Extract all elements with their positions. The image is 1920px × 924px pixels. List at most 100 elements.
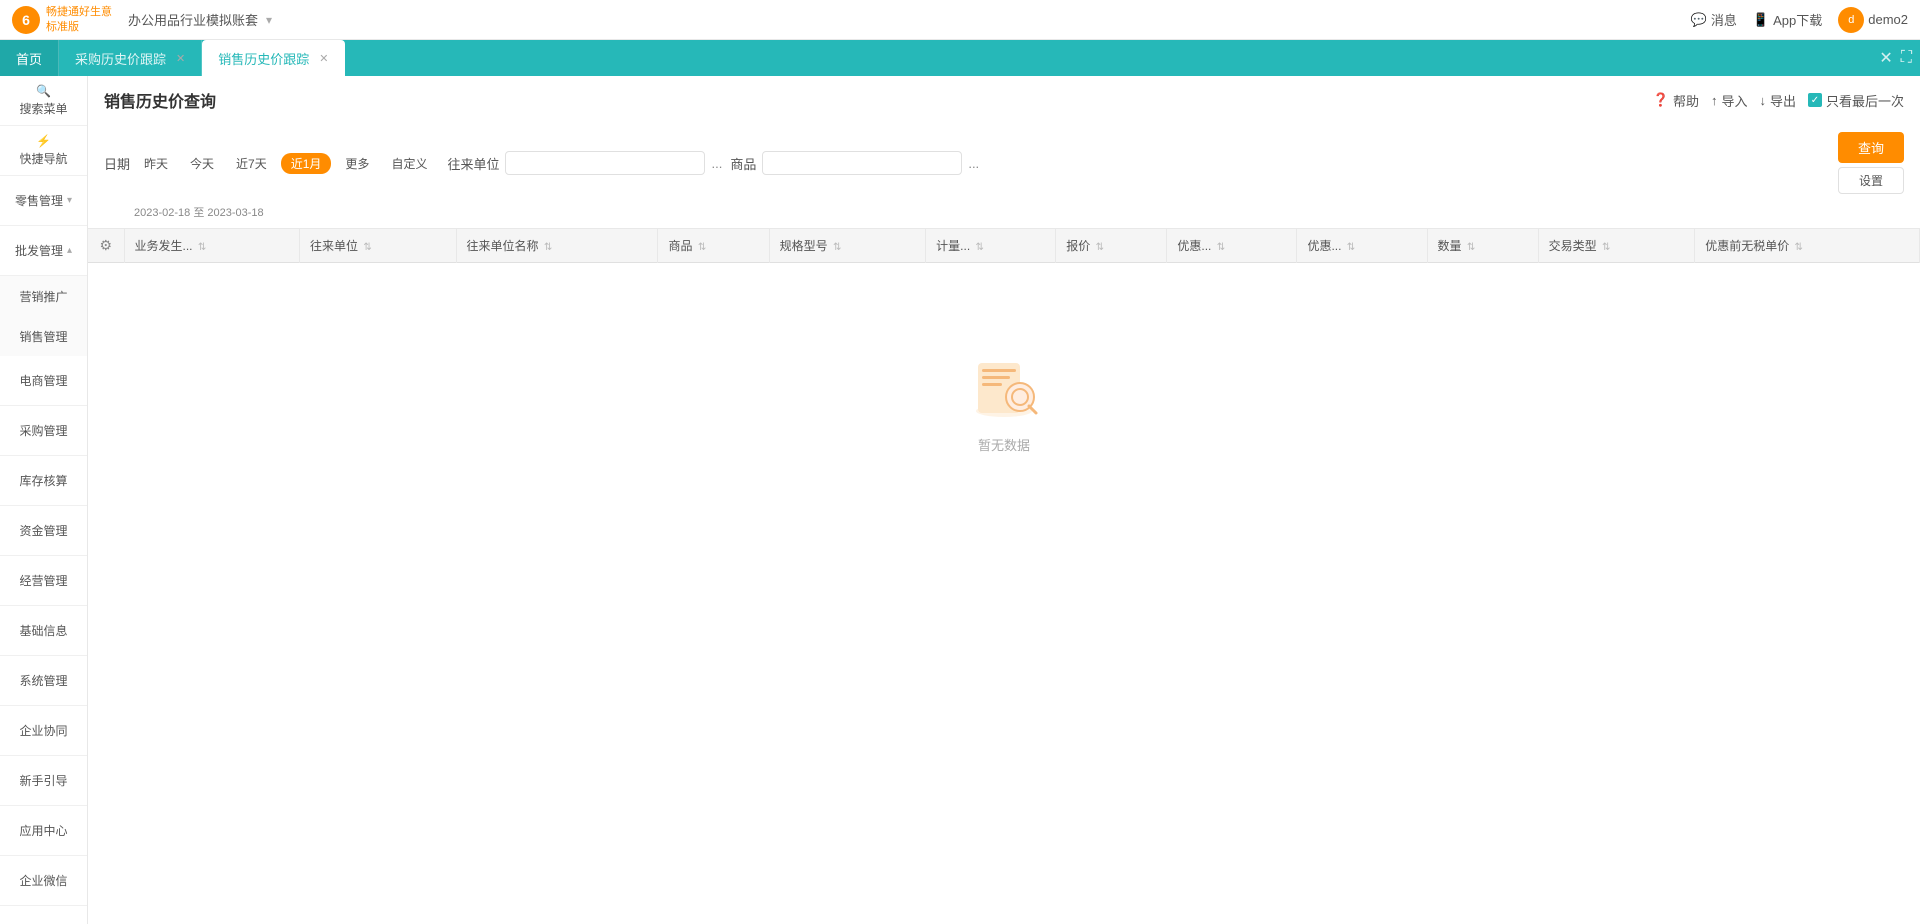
sort-icon-quote[interactable]: ⇅ [1096, 242, 1104, 253]
import-btn[interactable]: ↑ 导入 [1711, 91, 1748, 110]
th-unit-code-label: 往来单位 [310, 239, 358, 253]
th-pretax-price: 优惠前无税单价 ⇅ [1695, 229, 1920, 263]
filter-actions: 查询 设置 [1838, 132, 1904, 194]
tab-home[interactable]: 首页 [0, 40, 59, 76]
sidebar: 🔍 搜索菜单 ⚡ 快捷导航 零售管理 ▾ 批发管理 ▴ 营销推广 销售管理 电商… [0, 76, 88, 924]
th-qty: 数量 ⇅ [1427, 229, 1538, 263]
date-btn-yesterday[interactable]: 昨天 [136, 153, 176, 174]
unit-label: 往来单位 [447, 154, 499, 173]
sort-icon-pretax-price[interactable]: ⇅ [1795, 242, 1803, 253]
only-last-checkbox[interactable]: ✓ 只看最后一次 [1808, 91, 1904, 110]
search-icon: 🔍 [36, 84, 51, 98]
sidebar-item-quick-nav[interactable]: ⚡ 快捷导航 [0, 126, 87, 176]
query-button[interactable]: 查询 [1838, 132, 1904, 163]
help-icon: ❓ [1653, 92, 1669, 108]
sidebar-item-marketing[interactable]: 营销推广 [0, 276, 87, 316]
sidebar-item-system[interactable]: 系统管理 [0, 656, 87, 706]
close-window-icon[interactable]: ✕ [1879, 48, 1892, 68]
sort-icon-goods[interactable]: ⇅ [698, 242, 706, 253]
sidebar-item-retail[interactable]: 零售管理 ▾ [0, 176, 87, 226]
dropdown-icon[interactable]: ▾ [266, 13, 272, 27]
date-label: 日期 [104, 154, 130, 173]
checkbox-checked-icon: ✓ [1808, 93, 1822, 107]
sidebar-item-operations[interactable]: 经营管理 [0, 556, 87, 606]
filter-inputs-row: 往来单位 ... 商品 ... [447, 151, 979, 175]
sort-icon-qty[interactable]: ⇅ [1467, 242, 1475, 253]
avatar: d [1838, 7, 1864, 33]
unit-input[interactable] [505, 151, 705, 175]
page-title-row: 销售历史价查询 ❓ 帮助 ↑ 导入 ↓ 导出 ✓ [104, 88, 1904, 112]
goods-input[interactable] [762, 151, 962, 175]
th-spec-label: 规格型号 [780, 239, 828, 253]
sort-icon-unit-code[interactable]: ⇅ [363, 242, 371, 253]
sidebar-item-purchase[interactable]: 采购管理 [0, 406, 87, 456]
unit-dots-btn[interactable]: ... [711, 156, 722, 171]
close-sales-tab-icon[interactable]: ✕ [319, 52, 328, 65]
sort-icon-discount1[interactable]: ⇅ [1217, 242, 1225, 253]
sort-icon-unit-measure[interactable]: ⇅ [976, 242, 984, 253]
sidebar-item-inventory[interactable]: 库存核算 [0, 456, 87, 506]
page-title: 销售历史价查询 [104, 88, 216, 112]
th-discount2: 优惠... ⇅ [1297, 229, 1427, 263]
date-btn-7days[interactable]: 近7天 [228, 153, 275, 174]
sort-icon-unit-name[interactable]: ⇅ [544, 242, 552, 253]
download-icon: 📱 [1753, 12, 1769, 28]
unit-filter-group: 往来单位 ... [447, 151, 722, 175]
th-biz-date: 业务发生... ⇅ [124, 229, 299, 263]
goods-dots-btn[interactable]: ... [968, 156, 979, 171]
help-btn[interactable]: ❓ 帮助 [1653, 91, 1699, 110]
th-unit-measure: 计量... ⇅ [926, 229, 1056, 263]
user-area[interactable]: d demo2 [1838, 7, 1908, 33]
th-goods: 商品 ⇅ [658, 229, 769, 263]
th-biz-date-label: 业务发生... [135, 239, 193, 253]
tab-sales-history[interactable]: 销售历史价跟踪 ✕ [202, 40, 345, 76]
page-header: 销售历史价查询 ❓ 帮助 ↑ 导入 ↓ 导出 ✓ [88, 76, 1920, 229]
th-trade-type: 交易类型 ⇅ [1538, 229, 1695, 263]
sort-icon-spec[interactable]: ⇅ [833, 242, 841, 253]
th-unit-name: 往来单位名称 ⇅ [456, 229, 658, 263]
empty-state: 暂无数据 [88, 263, 1920, 534]
sidebar-item-member[interactable]: 畅会员 [0, 906, 87, 924]
sidebar-item-wechat[interactable]: 企业微信 [0, 856, 87, 906]
main-layout: 🔍 搜索菜单 ⚡ 快捷导航 零售管理 ▾ 批发管理 ▴ 营销推广 销售管理 电商… [0, 76, 1920, 924]
import-icon: ↑ [1711, 93, 1718, 108]
sidebar-item-ecommerce[interactable]: 电商管理 [0, 356, 87, 406]
tab-actions: ✕ ⛶ [1879, 48, 1920, 68]
settings-button[interactable]: 设置 [1838, 167, 1904, 194]
th-gear: ⚙ [88, 229, 124, 263]
sidebar-item-search-menu[interactable]: 🔍 搜索菜单 [0, 76, 87, 126]
tab-purchase-history[interactable]: 采购历史价跟踪 ✕ [59, 40, 202, 76]
sidebar-item-finance[interactable]: 资金管理 [0, 506, 87, 556]
th-goods-label: 商品 [668, 239, 692, 253]
sidebar-item-enterprise[interactable]: 企业协同 [0, 706, 87, 756]
maximize-icon[interactable]: ⛶ [1901, 49, 1912, 67]
th-qty-label: 数量 [1438, 239, 1462, 253]
th-unit-name-label: 往来单位名称 [467, 239, 539, 253]
message-btn[interactable]: 💬 消息 [1691, 10, 1737, 29]
empty-text: 暂无数据 [978, 435, 1030, 454]
logo-text: 畅捷通好生意 标准版 [46, 5, 112, 34]
sidebar-item-basic-info[interactable]: 基础信息 [0, 606, 87, 656]
date-range-display: 2023-02-18 至 2023-03-18 [134, 204, 1904, 228]
gear-icon[interactable]: ⚙ [99, 237, 112, 253]
goods-filter-group: 商品 ... [730, 151, 979, 175]
sidebar-item-sales-mgmt[interactable]: 销售管理 [0, 316, 87, 356]
sort-icon-trade-type[interactable]: ⇅ [1602, 242, 1610, 253]
sidebar-item-app-center[interactable]: 应用中心 [0, 806, 87, 856]
goods-label: 商品 [730, 154, 756, 173]
date-btn-today[interactable]: 今天 [182, 153, 222, 174]
sidebar-item-wholesale[interactable]: 批发管理 ▴ [0, 226, 87, 276]
sidebar-item-guide[interactable]: 新手引导 [0, 756, 87, 806]
th-quote: 报价 ⇅ [1056, 229, 1167, 263]
th-pretax-price-label: 优惠前无税单价 [1705, 239, 1789, 253]
date-btn-custom[interactable]: 自定义 [383, 153, 435, 174]
date-btn-more[interactable]: 更多 [337, 153, 377, 174]
export-btn[interactable]: ↓ 导出 [1759, 91, 1796, 110]
date-btn-1month[interactable]: 近1月 [281, 153, 332, 174]
app-download-btn[interactable]: 📱 App下载 [1753, 10, 1822, 29]
sort-icon-biz-date[interactable]: ⇅ [198, 242, 206, 253]
close-purchase-tab-icon[interactable]: ✕ [176, 52, 185, 65]
th-discount1: 优惠... ⇅ [1167, 229, 1297, 263]
sort-icon-discount2[interactable]: ⇅ [1347, 242, 1355, 253]
th-trade-type-label: 交易类型 [1549, 239, 1597, 253]
